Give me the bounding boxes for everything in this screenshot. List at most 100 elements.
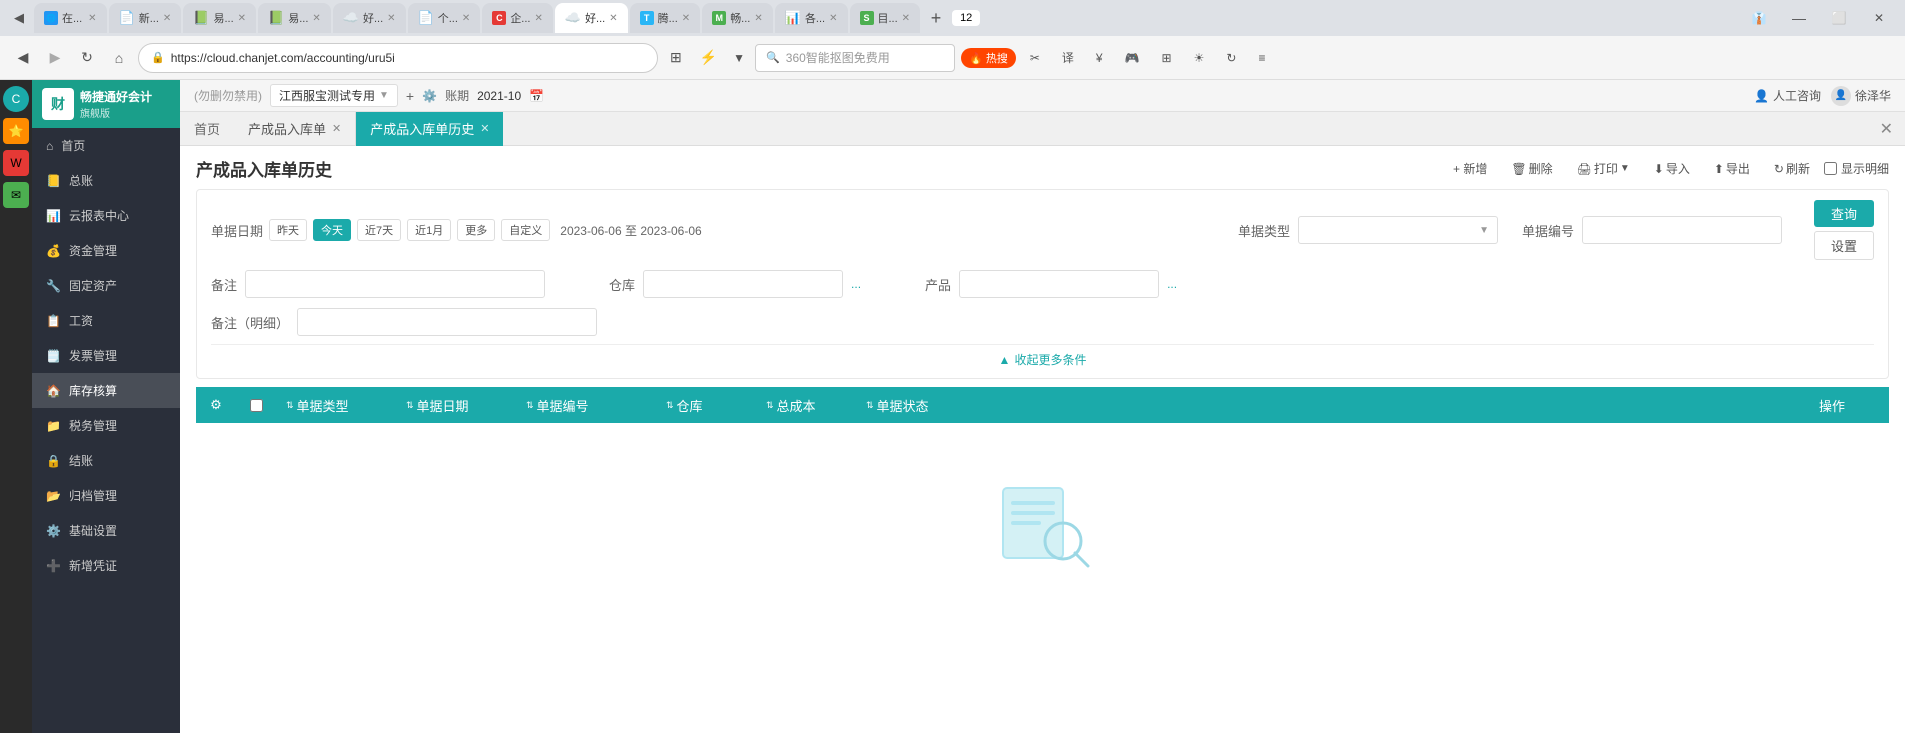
tab1-close[interactable]: ✕	[88, 13, 96, 24]
delete-btn[interactable]: 🗑 删除	[1501, 156, 1562, 181]
browser-tab-12[interactable]: S 目... ✕	[850, 3, 921, 33]
import-btn[interactable]: ⬇ 导入	[1644, 156, 1700, 181]
org-settings-btn[interactable]: ⚙️	[422, 89, 437, 103]
th-type[interactable]: ⇅ 单据类型	[276, 396, 396, 415]
hot-search-badge[interactable]: 🔥 热搜	[961, 48, 1016, 68]
th-warehouse[interactable]: ⇅ 仓库	[656, 396, 756, 415]
browser-tab-2[interactable]: 📄 新... ✕	[109, 3, 182, 33]
app-icon-weibo[interactable]: W	[3, 150, 29, 176]
dropdown-arrow[interactable]: ▼	[729, 47, 749, 69]
warehouse-input[interactable]	[643, 270, 843, 298]
export-btn[interactable]: ⬆ 导出	[1704, 156, 1760, 181]
tab7-close[interactable]: ✕	[534, 13, 542, 24]
th-status[interactable]: ⇅ 单据状态	[856, 396, 956, 415]
date-btn-week[interactable]: 近7天	[357, 219, 401, 241]
currency-tool[interactable]: ¥	[1088, 47, 1111, 69]
date-btn-yesterday[interactable]: 昨天	[269, 219, 307, 241]
window-close-btn[interactable]: ✕	[1859, 3, 1899, 33]
select-all-checkbox[interactable]	[250, 399, 263, 412]
nav-item-report[interactable]: 📊 云报表中心	[32, 198, 180, 233]
table-settings-cell[interactable]: ⚙	[196, 397, 236, 413]
breadcrumb-home[interactable]: 首页	[180, 112, 234, 146]
table-checkbox-cell[interactable]	[236, 399, 276, 412]
tab5-close[interactable]: ✕	[387, 13, 395, 24]
add-org-btn[interactable]: +	[406, 88, 414, 104]
nav-item-inventory[interactable]: 🏠 库存核算	[32, 373, 180, 408]
consult-btn[interactable]: 👤 人工咨询	[1754, 87, 1821, 104]
nav-forward[interactable]: ▶	[42, 45, 68, 71]
user-avatar[interactable]: 👤 徐泽华	[1831, 86, 1891, 106]
app-icon-mail[interactable]: ✉	[3, 182, 29, 208]
refresh-btn[interactable]: ↻ 刷新	[1764, 156, 1820, 181]
tab-history-close[interactable]: ✕	[480, 122, 489, 135]
search-input-bar[interactable]: 🔍 360智能抠图免费用	[755, 44, 955, 72]
tab3-close[interactable]: ✕	[238, 13, 246, 24]
nav-item-ledger[interactable]: 📒 总账	[32, 163, 180, 198]
collapse-btn[interactable]: ▲ 收起更多条件	[999, 351, 1087, 368]
tab6-close[interactable]: ✕	[462, 13, 470, 24]
browser-refresh-tool[interactable]: ↻	[1218, 47, 1244, 69]
scissors-tool[interactable]: ✂	[1022, 47, 1048, 69]
note-input[interactable]	[245, 270, 545, 298]
nav-item-settings[interactable]: ⚙️ 基础设置	[32, 513, 180, 548]
print-btn[interactable]: 🖨 打印 ▼	[1567, 156, 1640, 181]
apps-tool[interactable]: ⊞	[1154, 47, 1180, 69]
tab10-close[interactable]: ✕	[754, 13, 762, 24]
type-select[interactable]: ▼	[1298, 216, 1498, 244]
translate-tool[interactable]: 译	[1054, 45, 1082, 70]
window-minimize-btn[interactable]: —	[1779, 3, 1819, 33]
lightning-icon[interactable]: ⚡	[694, 45, 723, 70]
tab9-close[interactable]: ✕	[682, 13, 690, 24]
theme-tool[interactable]: ☀	[1186, 47, 1213, 69]
page-tab-list[interactable]: 产成品入库单 ✕	[234, 112, 356, 146]
browser-tab-10[interactable]: M 畅... ✕	[702, 3, 773, 33]
nav-item-newvoucher[interactable]: ➕ 新增凭证	[32, 548, 180, 583]
tab4-close[interactable]: ✕	[312, 13, 320, 24]
th-cost[interactable]: ⇅ 总成本	[756, 396, 856, 415]
nav-home[interactable]: ⌂	[106, 45, 132, 71]
th-date[interactable]: ⇅ 单据日期	[396, 396, 516, 415]
app-icon-chanjet[interactable]: C	[3, 86, 29, 112]
set-btn[interactable]: 设置	[1814, 231, 1874, 260]
tab2-close[interactable]: ✕	[163, 13, 171, 24]
page-tab-history[interactable]: 产成品入库单历史 ✕	[356, 112, 503, 146]
tab8-close[interactable]: ✕	[609, 13, 617, 24]
date-btn-month[interactable]: 近1月	[407, 219, 451, 241]
no-input[interactable]	[1582, 216, 1782, 244]
browser-tab-5[interactable]: ☁️ 好... ✕	[333, 3, 406, 33]
date-btn-more[interactable]: 更多	[457, 219, 495, 241]
show-fields-checkbox[interactable]: 显示明细	[1824, 160, 1889, 177]
grid-icon[interactable]: ⊞	[664, 45, 688, 70]
calendar-icon[interactable]: 📅	[529, 89, 544, 103]
new-tab-btn[interactable]: +	[922, 4, 950, 32]
nav-refresh[interactable]: ↻	[74, 45, 100, 71]
browser-tab-6[interactable]: 📄 个... ✕	[408, 3, 481, 33]
note-detail-input[interactable]	[297, 308, 597, 336]
nav-item-close[interactable]: 🔒 结账	[32, 443, 180, 478]
browser-back-btn[interactable]: ◀	[6, 5, 32, 31]
browser-tab-9[interactable]: T 腾... ✕	[630, 3, 701, 33]
close-panel-btn[interactable]: ✕	[1868, 119, 1905, 139]
org-select[interactable]: 江西服宝测试专用 ▼	[270, 84, 398, 107]
date-btn-custom[interactable]: 自定义	[501, 219, 550, 241]
browser-tab-1[interactable]: 🌐 在... ✕	[34, 3, 107, 33]
nav-item-finance[interactable]: 💰 资金管理	[32, 233, 180, 268]
window-maximize-btn[interactable]: ⬜	[1819, 3, 1859, 33]
address-input[interactable]: 🔒 https://cloud.chanjet.com/accounting/u…	[138, 43, 658, 73]
browser-tab-8-active[interactable]: ☁️ 好... ✕	[555, 3, 628, 33]
tab-list-close[interactable]: ✕	[332, 122, 341, 135]
nav-item-tax[interactable]: 📁 税务管理	[32, 408, 180, 443]
nav-item-home[interactable]: ⌂ 首页	[32, 128, 180, 163]
settings-dots[interactable]: ≡	[1250, 47, 1273, 69]
browser-tab-7[interactable]: C 企... ✕	[482, 3, 553, 33]
game-tool[interactable]: 🎮	[1117, 47, 1148, 69]
browser-tab-3[interactable]: 📗 易... ✕	[183, 3, 256, 33]
query-btn[interactable]: 查询	[1814, 200, 1874, 227]
product-input[interactable]	[959, 270, 1159, 298]
add-btn[interactable]: + 新增	[1443, 156, 1497, 181]
nav-item-salary[interactable]: 📋 工资	[32, 303, 180, 338]
nav-item-invoice[interactable]: 🗒️ 发票管理	[32, 338, 180, 373]
nav-item-archive[interactable]: 📂 归档管理	[32, 478, 180, 513]
window-shirt-btn[interactable]: 👔	[1739, 3, 1779, 33]
product-more-btn[interactable]: ...	[1167, 277, 1177, 291]
